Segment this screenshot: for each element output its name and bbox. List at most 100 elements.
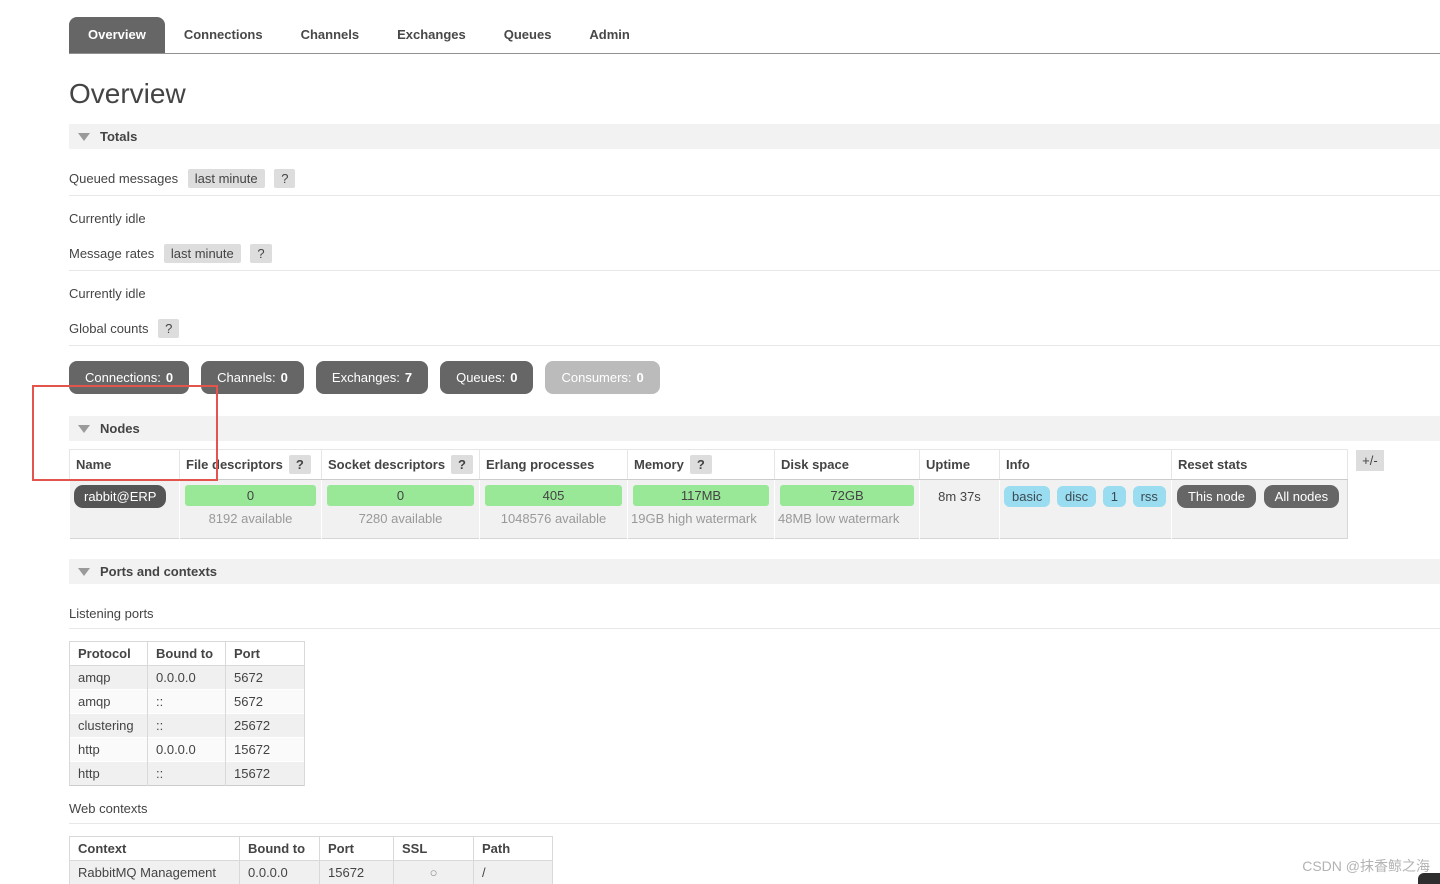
bound-to-cell: 0.0.0.0	[239, 860, 320, 884]
main-tabbar: Overview Connections Channels Exchanges …	[69, 17, 1440, 54]
bound-to-cell: 0.0.0.0	[147, 737, 226, 762]
node-uptime-value: 8m 37s	[938, 489, 981, 504]
file-descriptors-label: File descriptors	[186, 457, 283, 472]
col-path: Path	[473, 836, 553, 861]
exchanges-count-value: 7	[404, 370, 413, 385]
info-badge-basic: basic	[1004, 486, 1051, 507]
node-name-cell: rabbit@ERP	[69, 479, 180, 539]
socket-descriptors-available: 7280 available	[358, 511, 443, 526]
table-row: RabbitMQ Management 0.0.0.0 15672 ○ /	[69, 860, 553, 884]
protocol-cell: clustering	[69, 713, 148, 738]
protocol-cell: http	[69, 737, 148, 762]
rates-idle-status: Currently idle	[69, 286, 146, 301]
nodes-header-row: Name File descriptors? Socket descriptor…	[69, 449, 1349, 480]
queued-help-button[interactable]: ?	[274, 169, 296, 188]
tab-channels[interactable]: Channels	[282, 17, 379, 53]
ssl-status-icon: ○	[393, 860, 474, 884]
bound-to-cell: 0.0.0.0	[147, 665, 226, 690]
tab-connections[interactable]: Connections	[165, 17, 282, 53]
col-context: Context	[69, 836, 240, 861]
path-cell: /	[473, 860, 553, 884]
col-bound-to: Bound to	[147, 641, 226, 666]
protocol-cell: amqp	[69, 689, 148, 714]
queued-messages-label: Queued messages	[69, 171, 179, 186]
info-badge-1: 1	[1102, 486, 1126, 507]
port-cell: 15672	[225, 761, 305, 786]
file-descriptors-help-button[interactable]: ?	[288, 455, 311, 474]
nodes-col-name: Name	[69, 449, 180, 480]
protocol-cell: http	[69, 761, 148, 786]
rates-help-button[interactable]: ?	[250, 244, 272, 263]
memory-label: Memory	[634, 457, 684, 472]
listening-ports-header-row: Protocol Bound to Port	[69, 641, 305, 666]
port-cell: 15672	[225, 737, 305, 762]
corner-widget	[1418, 873, 1440, 884]
connections-count-button[interactable]: Connections: 0	[69, 361, 190, 394]
memory-help-button[interactable]: ?	[689, 455, 712, 474]
nodes-col-socket-descriptors: Socket descriptors?	[321, 449, 480, 480]
tab-admin[interactable]: Admin	[570, 17, 648, 53]
rates-rate-range-button[interactable]: last minute	[163, 244, 241, 263]
consumers-count-value: 0	[636, 370, 644, 385]
socket-descriptors-help-button[interactable]: ?	[451, 455, 473, 474]
col-port: Port	[319, 836, 394, 861]
consumers-count-button[interactable]: Consumers: 0	[545, 361, 660, 394]
channels-count-label: Channels:	[217, 370, 276, 385]
port-cell: 5672	[225, 665, 305, 690]
reset-this-node-button[interactable]: This node	[1176, 485, 1257, 508]
nodes-col-disk-space: Disk space	[774, 449, 920, 480]
tab-queues[interactable]: Queues	[485, 17, 571, 53]
web-contexts-table: Context Bound to Port SSL Path RabbitMQ …	[69, 836, 553, 884]
col-ssl: SSL	[393, 836, 474, 861]
memory-used-bar: 117MB	[633, 485, 769, 506]
reset-all-nodes-button[interactable]: All nodes	[1263, 485, 1340, 508]
node-info-cell: basic disc 1 rss	[999, 479, 1172, 539]
global-counts-help-button[interactable]: ?	[158, 319, 180, 338]
node-disk-space-cell: 72GB 48MB low watermark	[774, 479, 920, 539]
channels-count-button[interactable]: Channels: 0	[201, 361, 304, 394]
listening-ports-table: Protocol Bound to Port amqp 0.0.0.0 5672…	[69, 641, 305, 786]
section-totals[interactable]: Totals	[69, 124, 1440, 149]
node-file-descriptors-cell: 0 8192 available	[179, 479, 322, 539]
disk-used-bar: 72GB	[780, 485, 914, 506]
queued-rate-range-button[interactable]: last minute	[187, 169, 265, 188]
collapse-triangle-icon	[78, 424, 90, 433]
socket-descriptors-label: Socket descriptors	[328, 457, 446, 472]
context-cell: RabbitMQ Management	[69, 860, 240, 884]
erlang-processes-available: 1048576 available	[500, 511, 607, 526]
column-toggle-button[interactable]: +/-	[1356, 450, 1384, 471]
table-row: amqp 0.0.0.0 5672	[69, 665, 305, 690]
channels-count-value: 0	[280, 370, 288, 385]
info-badge-rss: rss	[1132, 486, 1166, 507]
exchanges-count-button[interactable]: Exchanges: 7	[315, 361, 429, 394]
tab-exchanges[interactable]: Exchanges	[378, 17, 485, 53]
section-nodes-title: Nodes	[100, 421, 140, 436]
queues-count-value: 0	[510, 370, 518, 385]
bound-to-cell: ::	[147, 761, 226, 786]
nodes-col-uptime: Uptime	[919, 449, 1000, 480]
socket-descriptors-used-bar: 0	[327, 485, 474, 506]
consumers-count-label: Consumers:	[561, 370, 632, 385]
node-uptime-cell: 8m 37s	[919, 479, 1000, 539]
queued-messages-heading: Queued messages last minute ?	[69, 169, 1440, 196]
page-title: Overview	[69, 78, 186, 109]
nodes-col-erlang-processes: Erlang processes	[479, 449, 628, 480]
nodes-table: Name File descriptors? Socket descriptor…	[69, 449, 1349, 539]
section-nodes[interactable]: Nodes	[69, 416, 1440, 441]
section-ports-and-contexts[interactable]: Ports and contexts	[69, 559, 1440, 584]
collapse-triangle-icon	[78, 132, 90, 141]
queued-idle-status: Currently idle	[69, 211, 146, 226]
queues-count-button[interactable]: Queues: 0	[440, 361, 534, 394]
message-rates-label: Message rates	[69, 246, 155, 261]
nodes-col-memory: Memory?	[627, 449, 775, 480]
global-counts-heading: Global counts ?	[69, 319, 1440, 346]
table-row: http :: 15672	[69, 761, 305, 786]
node-row: rabbit@ERP 0 8192 available 0 7280 avail…	[69, 479, 1348, 539]
connections-count-label: Connections:	[85, 370, 161, 385]
protocol-cell: amqp	[69, 665, 148, 690]
port-cell: 25672	[225, 713, 305, 738]
queues-count-label: Queues:	[456, 370, 506, 385]
node-name-link[interactable]: rabbit@ERP	[74, 485, 167, 508]
listening-ports-heading: Listening ports	[69, 606, 1440, 629]
tab-overview[interactable]: Overview	[69, 17, 165, 53]
